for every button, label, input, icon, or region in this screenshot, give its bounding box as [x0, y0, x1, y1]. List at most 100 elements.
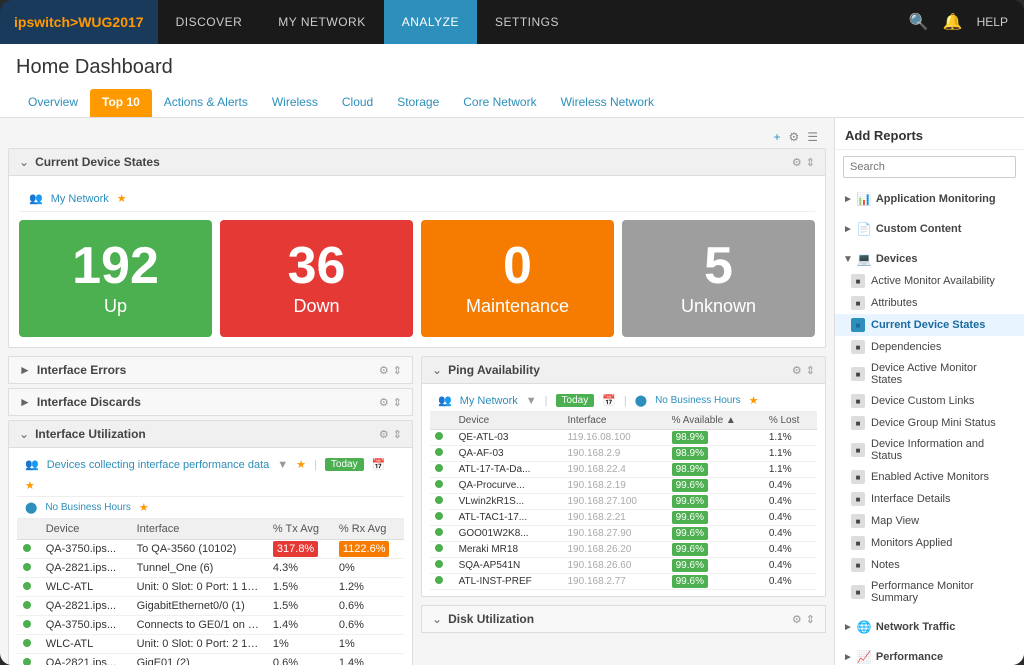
tab-core-network[interactable]: Core Network	[451, 89, 548, 117]
table-row[interactable]: QA-2821.ips... GigabitEthernet0/0 (1) 1.…	[17, 597, 404, 616]
device-card-up[interactable]: 192 Up	[19, 220, 212, 337]
right-item-2-9[interactable]: ■Interface Details	[835, 488, 1024, 510]
right-item-2-6[interactable]: ■Device Group Mini Status	[835, 412, 1024, 434]
tab-storage[interactable]: Storage	[385, 89, 451, 117]
nav-my-network[interactable]: MY NETWORK	[260, 0, 383, 44]
right-item-2-7[interactable]: ■Device Information and Status	[835, 434, 1024, 466]
right-item-2-8[interactable]: ■Enabled Active Monitors	[835, 466, 1024, 488]
right-section-header-2[interactable]: ▼💻Devices	[835, 248, 1024, 270]
right-item-2-2[interactable]: ■Current Device States	[835, 314, 1024, 336]
discards-expand-icon[interactable]: ⇕	[393, 396, 402, 409]
search-icon[interactable]: 🔍	[909, 12, 929, 32]
my-network-link[interactable]: My Network	[51, 193, 109, 205]
tab-wireless-network[interactable]: Wireless Network	[549, 89, 666, 117]
table-row[interactable]: QA-2821.ips... Tunnel_One (6) 4.3% 0%	[17, 559, 404, 578]
filter-star-icon[interactable]: ★	[296, 458, 306, 471]
right-item-2-1[interactable]: ■Attributes	[835, 292, 1024, 314]
interface-discards-section[interactable]: ► Interface Discards ⚙ ⇕	[8, 388, 413, 416]
right-section-header-1[interactable]: ►📄Custom Content	[835, 218, 1024, 240]
section-label: Custom Content	[876, 223, 962, 235]
right-item-2-5[interactable]: ■Device Custom Links	[835, 390, 1024, 412]
devices-filter-link[interactable]: Devices collecting interface performance…	[47, 459, 270, 471]
table-row[interactable]: GOO01W2K8... 190.168.27.90 99.6% 0.4%	[430, 526, 817, 542]
table-row[interactable]: ATL-TAC1-17... 190.168.2.21 99.6% 0.4%	[430, 510, 817, 526]
right-item-2-4[interactable]: ■Device Active Monitor States	[835, 358, 1024, 390]
table-row[interactable]: SQA-AP541N 190.168.26.60 99.6% 0.4%	[430, 558, 817, 574]
util-expand-icon[interactable]: ⇕	[393, 428, 402, 441]
table-row[interactable]: ATL-17-TA-Da... 190.168.22.4 98.9% 1.1%	[430, 462, 817, 478]
interface-errors-section[interactable]: ► Interface Errors ⚙ ⇕	[8, 356, 413, 384]
device-card-down[interactable]: 36 Down	[220, 220, 413, 337]
util-settings-icon[interactable]: ⚙	[379, 428, 389, 441]
settings-widget-icon[interactable]: ⚙	[792, 156, 802, 169]
table-row[interactable]: QA-2821.ips... GigE01 (2) 0.6% 1.4%	[17, 654, 404, 665]
interface-util-header[interactable]: ⌄ Interface Utilization ⚙ ⇕	[9, 421, 412, 448]
tab-cloud[interactable]: Cloud	[330, 89, 385, 117]
content-area: + ⚙ ☰ ⌄ Current Device States ⚙ ⇕	[0, 118, 1024, 665]
settings-icon[interactable]: ⚙	[788, 130, 799, 144]
errors-settings-icon[interactable]: ⚙	[379, 364, 389, 377]
expand-icon[interactable]: ⇕	[806, 156, 815, 169]
table-row[interactable]: QA-Procurve... 190.168.2.19 99.6% 0.4%	[430, 478, 817, 494]
table-row[interactable]: WLC-ATL Unit: 0 Slot: 0 Port: 1 10/100 C…	[17, 578, 404, 597]
disk-expand-icon[interactable]: ⇕	[806, 613, 815, 626]
ping-status-dot	[435, 464, 443, 472]
ping-no-biz[interactable]: No Business Hours	[655, 395, 741, 406]
right-item-2-0[interactable]: ■Active Monitor Availability	[835, 270, 1024, 292]
ping-no-biz-star[interactable]: ★	[749, 394, 759, 407]
add-icon[interactable]: +	[773, 130, 780, 144]
discards-settings-icon[interactable]: ⚙	[379, 396, 389, 409]
no-biz-star[interactable]: ★	[139, 501, 149, 514]
reports-search-input[interactable]	[843, 156, 1016, 178]
logo[interactable]: ipswitch>WUG2017	[0, 0, 158, 44]
filter-chevron[interactable]: ▼	[277, 459, 288, 471]
tab-wireless[interactable]: Wireless	[260, 89, 330, 117]
ping-network-link[interactable]: My Network	[460, 395, 518, 407]
no-biz-link[interactable]: No Business Hours	[45, 502, 131, 513]
disk-util-section[interactable]: ⌄ Disk Utilization ⚙ ⇕	[421, 605, 826, 633]
nav-settings[interactable]: SETTINGS	[477, 0, 577, 44]
calendar-icon[interactable]: 📅	[372, 458, 386, 471]
table-row[interactable]: QA-AF-03 190.168.2.9 98.9% 1.1%	[430, 446, 817, 462]
right-item-2-13[interactable]: ■Performance Monitor Summary	[835, 576, 1024, 608]
grid-icon[interactable]: ☰	[807, 130, 818, 144]
right-item-2-12[interactable]: ■Notes	[835, 554, 1024, 576]
ping-device-cell: QA-AF-03	[454, 446, 563, 462]
ping-avail-header[interactable]: ⌄ Ping Availability ⚙ ⇕	[422, 357, 825, 384]
right-item-2-11[interactable]: ■Monitors Applied	[835, 532, 1024, 554]
device-states-header[interactable]: ⌄ Current Device States ⚙ ⇕	[9, 149, 825, 176]
table-row[interactable]: QA-3750.ips... Connects to GE0/1 on QA R…	[17, 616, 404, 635]
device-card-unknown[interactable]: 5 Unknown	[622, 220, 815, 337]
ping-today-badge[interactable]: Today	[556, 394, 595, 407]
star-icon2[interactable]: ★	[25, 479, 35, 492]
help-link[interactable]: HELP	[977, 15, 1008, 29]
ping-network-chevron[interactable]: ▼	[526, 395, 537, 407]
table-row[interactable]: QE-ATL-03 119.16.08.100 98.9% 1.1%	[430, 430, 817, 446]
ping-status-cell	[430, 542, 454, 558]
right-section-header-0[interactable]: ►📊Application Monitoring	[835, 188, 1024, 210]
right-section-header-4[interactable]: ►📈Performance	[835, 646, 1024, 665]
table-row[interactable]: VLwin2kR1S... 190.168.27.100 99.6% 0.4%	[430, 494, 817, 510]
tab-top10[interactable]: Top 10	[90, 89, 152, 117]
notification-icon[interactable]: 🔔	[943, 12, 963, 32]
star-icon[interactable]: ★	[117, 192, 127, 205]
today-badge[interactable]: Today	[325, 458, 364, 471]
nav-discover[interactable]: DISCOVER	[158, 0, 261, 44]
device-card-maintenance[interactable]: 0 Maintenance	[421, 220, 614, 337]
disk-settings-icon[interactable]: ⚙	[792, 613, 802, 626]
nav-analyze[interactable]: ANALYZE	[384, 0, 477, 44]
right-section-header-3[interactable]: ►🌐Network Traffic	[835, 616, 1024, 638]
table-row[interactable]: ATL-INST-PREF 190.168.2.77 99.6% 0.4%	[430, 574, 817, 590]
table-row[interactable]: QA-3750.ips... To QA-3560 (10102) 317.8%…	[17, 540, 404, 559]
ping-expand-icon[interactable]: ⇕	[806, 364, 815, 377]
item-icon: ■	[851, 585, 865, 599]
tab-overview[interactable]: Overview	[16, 89, 90, 117]
ping-settings-icon[interactable]: ⚙	[792, 364, 802, 377]
table-row[interactable]: Meraki MR18 190.168.26.20 99.6% 0.4%	[430, 542, 817, 558]
errors-expand-icon[interactable]: ⇕	[393, 364, 402, 377]
right-item-2-10[interactable]: ■Map View	[835, 510, 1024, 532]
table-row[interactable]: WLC-ATL Unit: 0 Slot: 0 Port: 2 10/100 C…	[17, 635, 404, 654]
tab-actions-alerts[interactable]: Actions & Alerts	[152, 89, 260, 117]
right-item-2-3[interactable]: ■Dependencies	[835, 336, 1024, 358]
ping-calendar-icon[interactable]: 📅	[602, 394, 616, 407]
